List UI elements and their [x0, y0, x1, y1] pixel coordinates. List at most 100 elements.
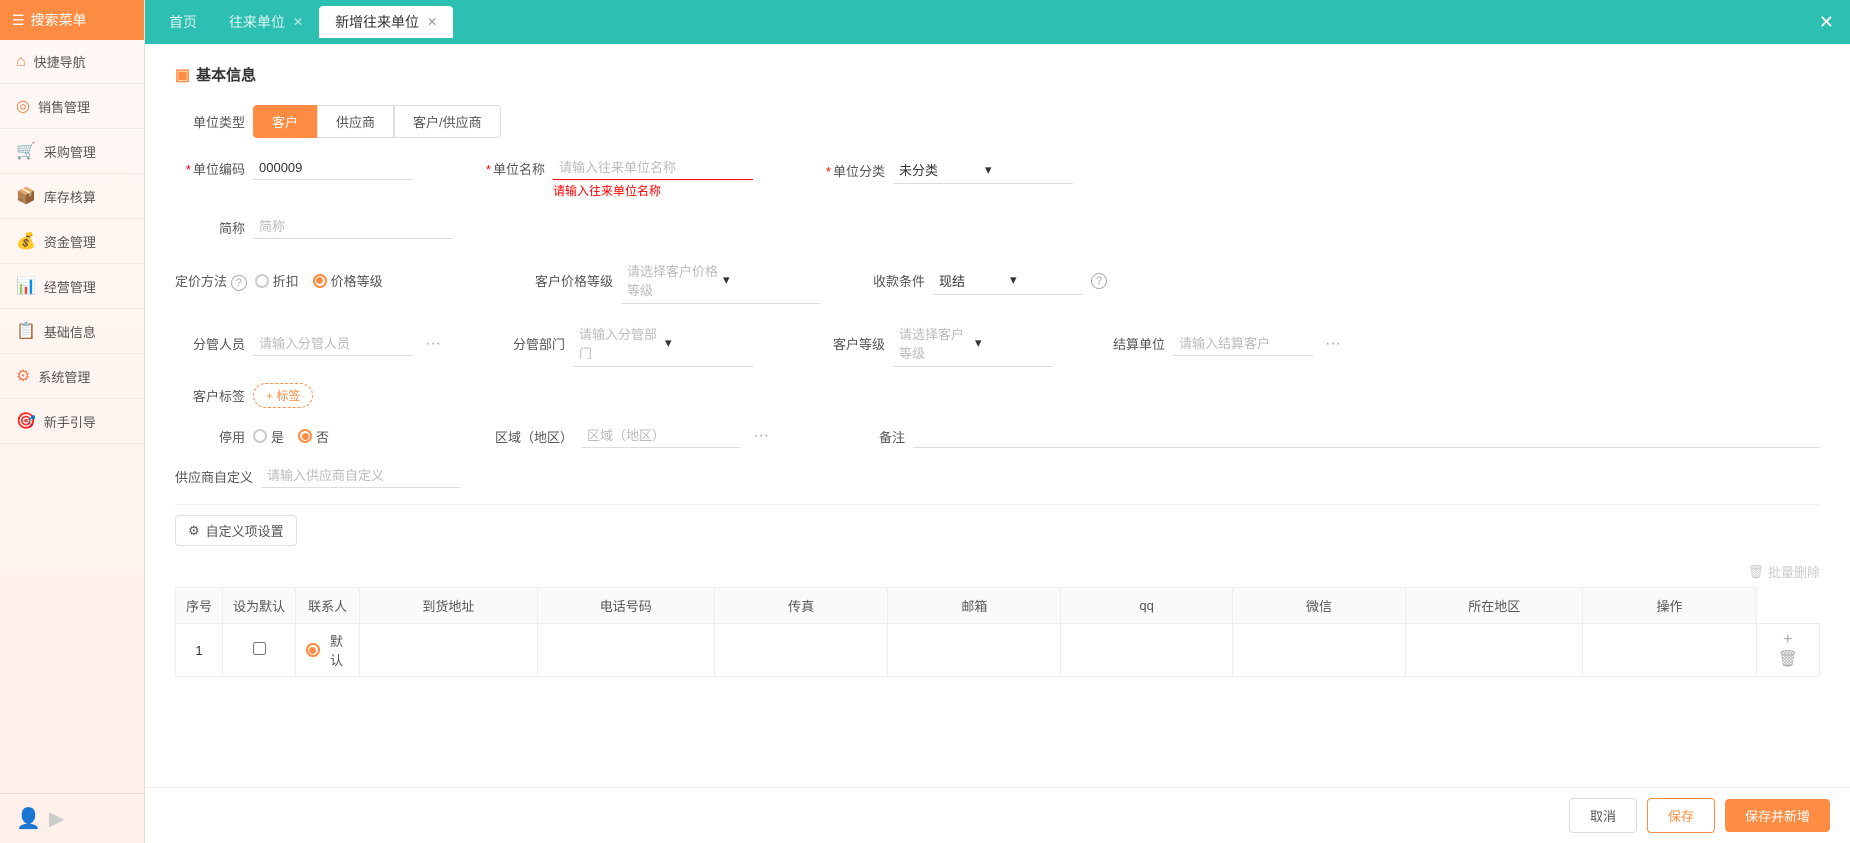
delete-row-icon[interactable]: 🗑 [1778, 651, 1798, 668]
pricing-row: 定价方法 ? 折扣 价格等级 客户价 [175, 257, 1820, 304]
pricing-pricelevel-radio[interactable]: 价格等级 [313, 271, 383, 290]
cell-fax[interactable] [888, 624, 1061, 677]
manager-more-btn[interactable]: ··· [421, 335, 445, 353]
save-and-new-button[interactable]: 保存并新增 [1725, 799, 1830, 832]
batch-delete-area: 🗑 批量删除 [175, 562, 1820, 581]
col-phone: 电话号码 [537, 588, 714, 624]
sidebar-search[interactable]: ☰ 搜索菜单 [0, 0, 144, 40]
tab-new-partner[interactable]: 新增往来单位 ✕ [319, 6, 453, 38]
unit-type-both-btn[interactable]: 客户/供应商 [394, 105, 501, 138]
sidebar-item-finance[interactable]: 💰 资金管理 [0, 219, 144, 264]
short-name-label: 简称 [175, 218, 245, 237]
disable-yes-circle [253, 429, 267, 443]
section-header: ▣ 基本信息 [175, 64, 1820, 85]
cell-default-checkbox[interactable] [223, 624, 296, 677]
payment-terms-select[interactable]: 现结 ▾ [933, 267, 1083, 295]
expand-icon[interactable]: ▶ [49, 806, 64, 831]
short-name-input[interactable] [253, 215, 453, 239]
save-button[interactable]: 保存 [1647, 798, 1715, 833]
email-input[interactable] [1071, 643, 1221, 658]
settlement-unit-more-btn[interactable]: ··· [1321, 335, 1345, 353]
default-radio[interactable]: 默认 [306, 631, 349, 669]
sidebar-item-newbie[interactable]: 🎯 新手引导 [0, 399, 144, 444]
sidebar-item-operations[interactable]: 📊 经营管理 [0, 264, 144, 309]
contact-input[interactable] [370, 643, 526, 658]
sidebar-item-basics[interactable]: 📋 基础信息 [0, 309, 144, 354]
disable-no-radio[interactable]: 否 [298, 427, 329, 446]
sidebar-item-purchase[interactable]: 🛒 采购管理 [0, 129, 144, 174]
cell-contact[interactable] [360, 624, 537, 677]
customer-price-level-select[interactable]: 请选择客户价格等级 ▾ [621, 257, 821, 304]
main-area: 首页 往来单位 ✕ 新增往来单位 ✕ ✕ ▣ 基本信息 单位类型 客户 供应商 [145, 0, 1850, 843]
pricing-help-icon[interactable]: ? [231, 275, 247, 291]
customer-tag-row: 客户标签 + 标签 [175, 383, 1820, 408]
cell-wechat[interactable] [1406, 624, 1583, 677]
cell-address[interactable] [537, 624, 714, 677]
wechat-input[interactable] [1416, 643, 1572, 658]
unit-type-supplier-btn[interactable]: 供应商 [317, 105, 394, 138]
dept-label: 分管部门 [495, 334, 565, 353]
cancel-button[interactable]: 取消 [1569, 798, 1637, 833]
sidebar-item-inventory[interactable]: 📦 库存核算 [0, 174, 144, 219]
address-input[interactable] [548, 643, 704, 658]
sidebar-search-label: 搜索菜单 [31, 10, 87, 30]
dept-arrow: ▾ [665, 335, 747, 351]
tab-partners[interactable]: 往来单位 ✕ [213, 6, 319, 38]
contacts-table-container: 序号 设为默认 联系人 到货地址 电话号码 传真 邮箱 qq 微信 所在地区 操… [175, 587, 1820, 677]
dept-group: 分管部门 请输入分管部门 ▾ [495, 320, 795, 367]
sidebar-item-quick-nav[interactable]: ⌂ 快捷导航 [0, 40, 144, 84]
unit-category-label: *单位分类 [815, 161, 885, 180]
region-input[interactable] [581, 424, 741, 448]
supplier-custom-input[interactable] [261, 464, 461, 488]
customer-level-select[interactable]: 请选择客户等级 ▾ [893, 320, 1053, 367]
system-icon: ⚙ [16, 366, 30, 386]
phone-input[interactable] [725, 643, 877, 658]
unit-name-input[interactable] [553, 156, 753, 180]
settlement-unit-input[interactable] [1173, 332, 1313, 356]
form-content: ▣ 基本信息 单位类型 客户 供应商 客户/供应商 *单位编码 [145, 44, 1850, 787]
disable-radio-group: 是 否 [253, 427, 329, 446]
pricing-discount-radio[interactable]: 折扣 [255, 271, 299, 290]
sidebar-item-system[interactable]: ⚙ 系统管理 [0, 354, 144, 399]
manager-input[interactable] [253, 332, 413, 356]
unit-type-customer-btn[interactable]: 客户 [253, 105, 317, 138]
customer-tag-label: 客户标签 [175, 386, 245, 405]
supplier-custom-label: 供应商自定义 [175, 467, 253, 486]
unit-category-select[interactable]: 未分类 ▾ [893, 156, 1073, 184]
basics-icon: 📋 [16, 321, 36, 341]
pricing-pricelevel-circle [313, 274, 327, 288]
close-all-tabs-button[interactable]: ✕ [1811, 12, 1842, 33]
dept-select[interactable]: 请输入分管部门 ▾ [573, 320, 753, 367]
payment-terms-help-icon[interactable]: ? [1091, 273, 1107, 289]
remark-input[interactable] [913, 424, 1820, 448]
tab-new-partner-close[interactable]: ✕ [427, 15, 437, 29]
cell-row-region[interactable] [1583, 624, 1756, 677]
fax-input[interactable] [898, 643, 1050, 658]
cell-email[interactable] [1061, 624, 1232, 677]
tab-home[interactable]: 首页 [153, 6, 213, 38]
remark-group: 备注 [835, 424, 1820, 448]
supplier-custom-group: 供应商自定义 [175, 464, 575, 488]
sidebar-item-sales[interactable]: ◎ 销售管理 [0, 84, 144, 129]
payment-terms-group: 收款条件 现结 ▾ ? [855, 267, 1155, 295]
unit-code-input[interactable] [253, 156, 413, 180]
cell-phone[interactable] [714, 624, 887, 677]
custom-settings-button[interactable]: ⚙ 自定义项设置 [175, 515, 297, 546]
pricing-method-group: 定价方法 ? 折扣 价格等级 [175, 271, 515, 291]
add-tag-button[interactable]: + 标签 [253, 383, 313, 408]
sales-icon: ◎ [16, 96, 30, 116]
unit-type-group: 单位类型 客户 供应商 客户/供应商 [175, 105, 595, 138]
disable-group: 停用 是 否 [175, 427, 475, 446]
batch-delete-label[interactable]: 批量删除 [1768, 562, 1820, 581]
cell-qq[interactable] [1232, 624, 1405, 677]
tab-partners-close[interactable]: ✕ [293, 15, 303, 29]
contacts-table: 序号 设为默认 联系人 到货地址 电话号码 传真 邮箱 qq 微信 所在地区 操… [175, 587, 1820, 677]
unit-type-label: 单位类型 [175, 112, 245, 131]
row-region-input[interactable] [1593, 643, 1745, 658]
add-row-icon[interactable]: + [1783, 631, 1792, 648]
col-region: 所在地区 [1406, 588, 1583, 624]
row-checkbox[interactable] [253, 642, 266, 655]
qq-input[interactable] [1243, 643, 1395, 658]
disable-yes-radio[interactable]: 是 [253, 427, 284, 446]
region-more-btn[interactable]: ··· [749, 427, 773, 445]
